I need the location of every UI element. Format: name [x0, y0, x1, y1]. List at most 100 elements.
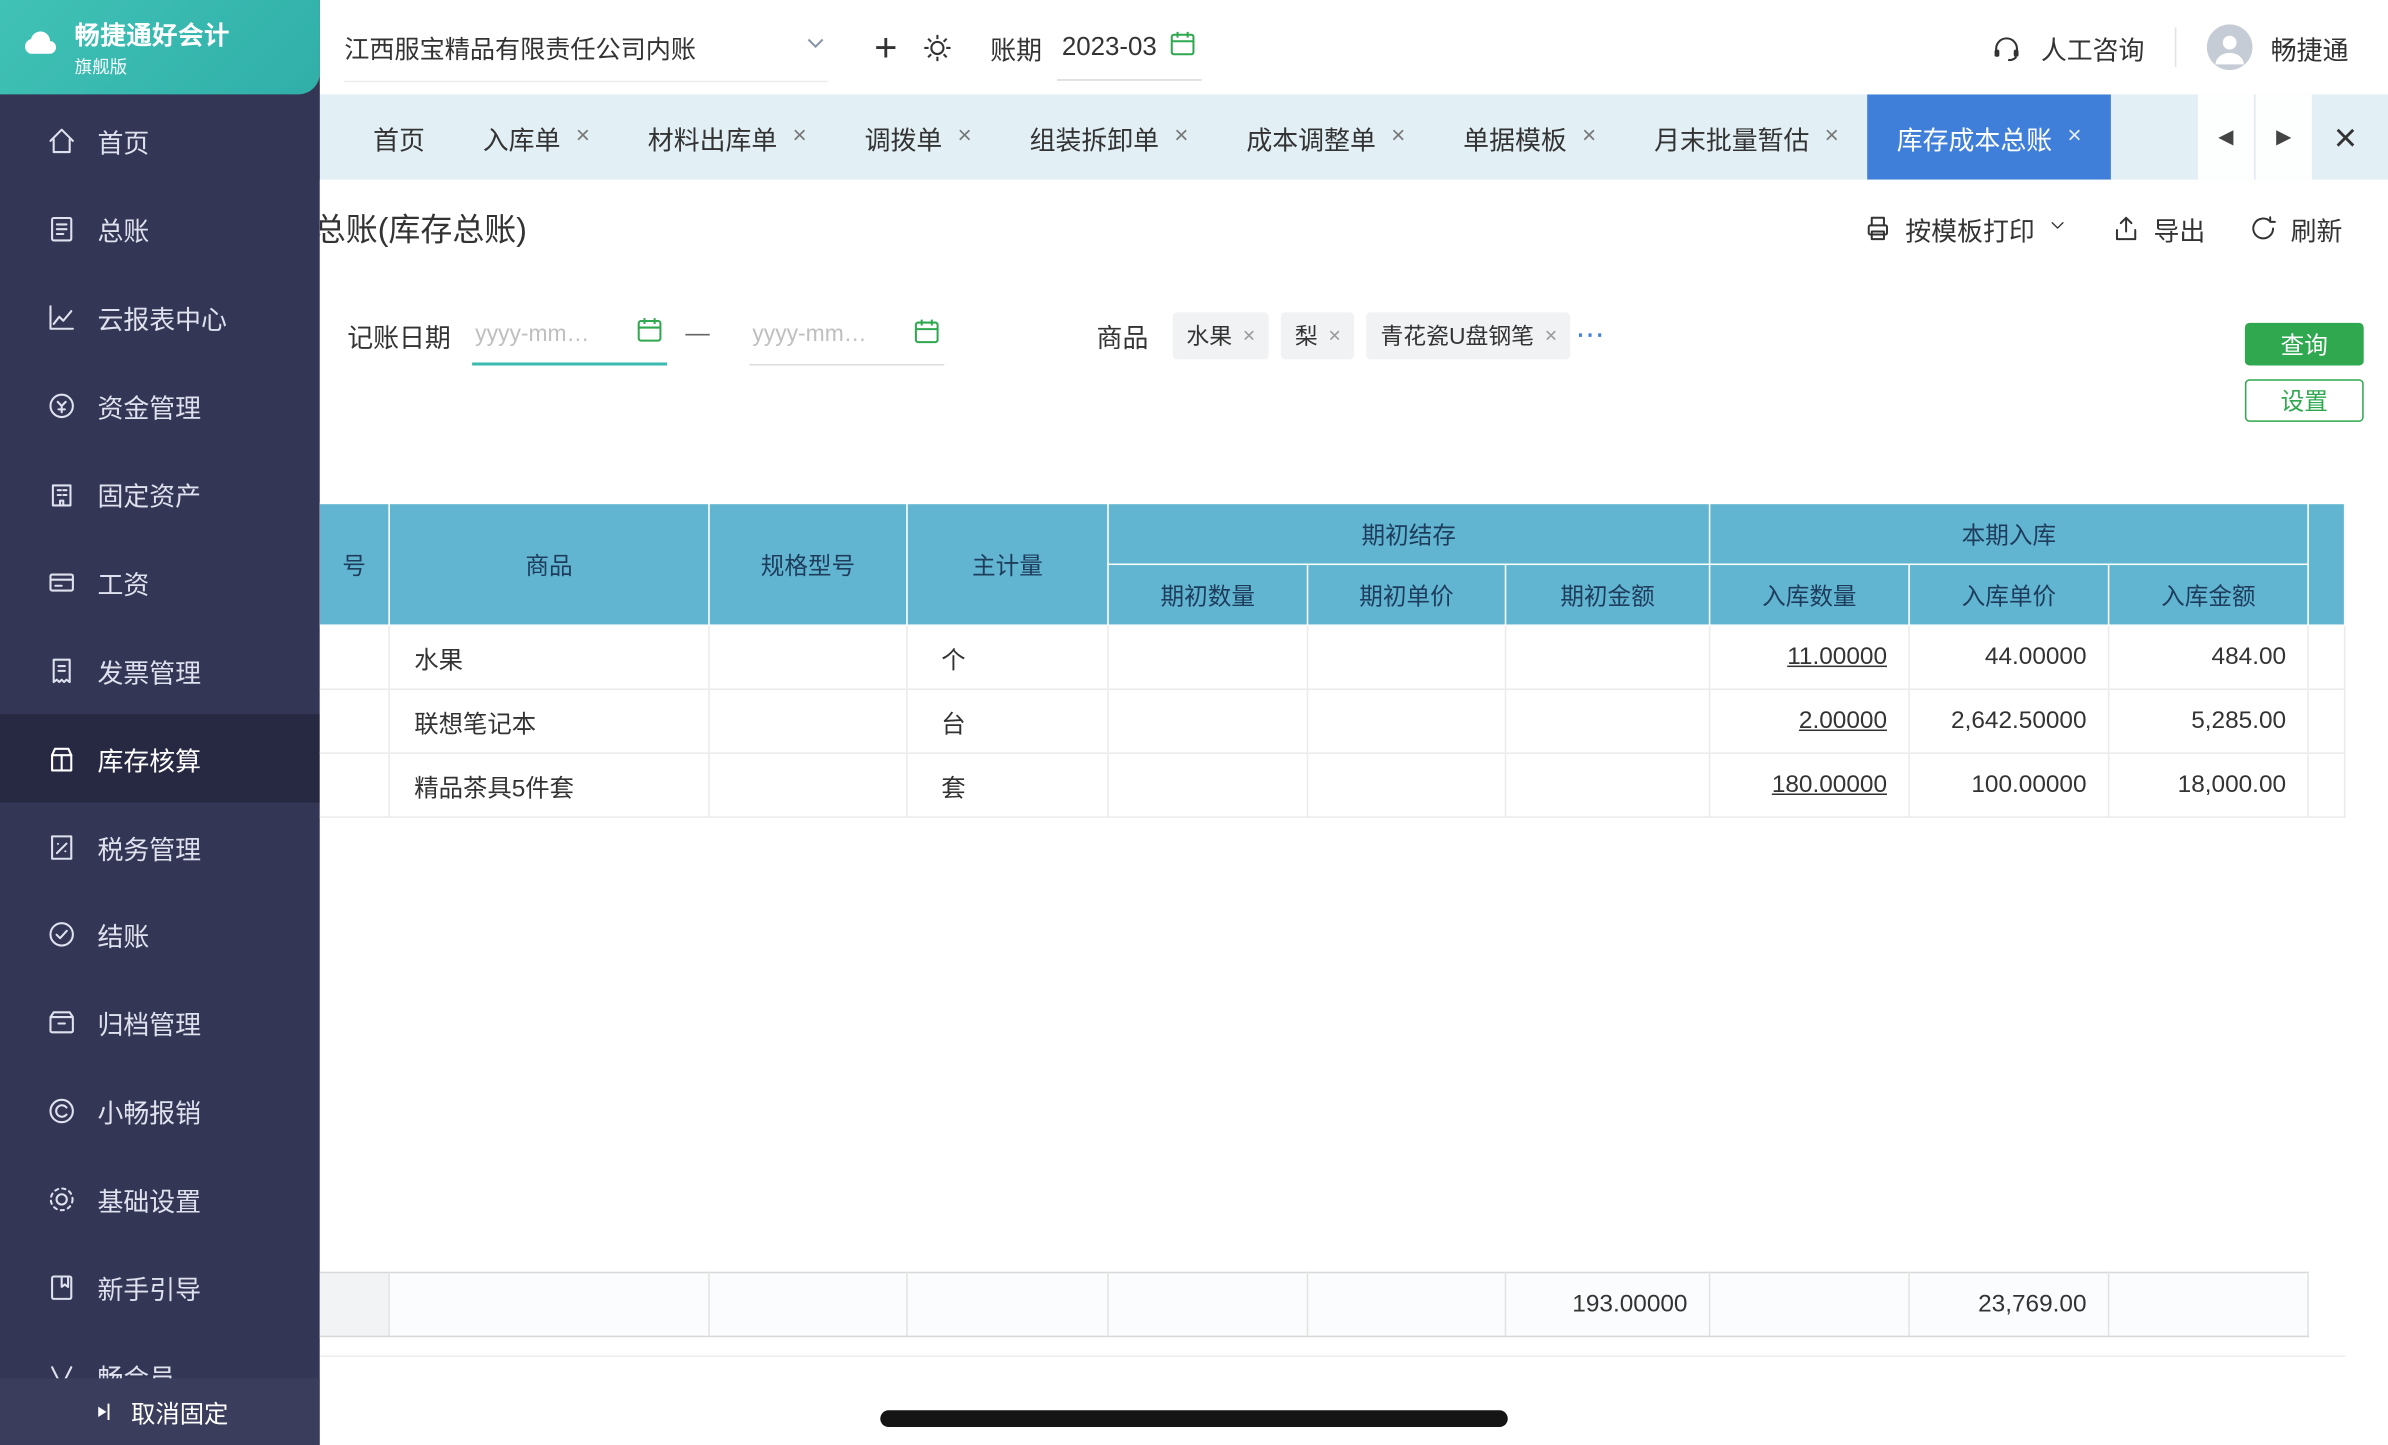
filter-row: 记账日期 yyyy-mm… — yyyy-mm… 商品 水果 × 梨 × 青花瓷…	[347, 305, 2363, 366]
avatar[interactable]	[2206, 24, 2253, 71]
summary-empty-cell	[906, 1271, 1109, 1338]
filter-buttons: 查询 设置	[2244, 322, 2364, 422]
row-index-cell	[319, 752, 390, 818]
export-button[interactable]: 导出	[2111, 209, 2205, 247]
tab-入库单[interactable]: 入库单 ×	[454, 94, 619, 179]
sidebar-item-salary[interactable]: 工资	[0, 538, 320, 626]
sidebar-item-inventory[interactable]: 库存核算	[0, 714, 320, 803]
settings-button[interactable]: 设置	[2244, 379, 2364, 422]
spec-cell	[708, 752, 908, 818]
calendar-icon[interactable]	[912, 316, 941, 353]
in-price-cell: 100.00000	[1908, 752, 2110, 818]
tab-组装拆卸单[interactable]: 组装拆卸单 ×	[1001, 94, 1218, 179]
page-toolbar: 按模板打印 导出 刷新	[1863, 209, 2342, 247]
tab-close-icon[interactable]: ×	[1391, 123, 1405, 150]
tab-月末批量暂估[interactable]: 月末批量暂估 ×	[1625, 94, 1868, 179]
content: 总账(库存总账) 按模板打印 导出 刷新 记账日期 yyyy-mm… — yyy…	[319, 179, 2388, 1445]
begin-qty-cell	[1107, 624, 1309, 690]
unpin-button[interactable]: 取消固定	[0, 1378, 320, 1445]
in-qty-link[interactable]: 11.00000	[1787, 643, 1887, 669]
tab-调拨单[interactable]: 调拨单 ×	[836, 94, 1001, 179]
tag-remove-icon[interactable]: ×	[1243, 323, 1255, 347]
sidebar-item-label: 总账	[97, 218, 150, 248]
tab-label: 组装拆卸单	[1029, 125, 1160, 155]
tab-close-icon[interactable]: ×	[1582, 123, 1596, 150]
tabs-next-button[interactable]: ▶	[2254, 94, 2312, 180]
product-cell: 精品茶具5件套	[388, 752, 710, 818]
fund-icon	[46, 390, 78, 422]
date-from-input[interactable]: yyyy-mm…	[472, 305, 668, 366]
table-row[interactable]: 水果 个 11.00000 44.00000 484.00	[319, 624, 2346, 690]
tabs-close-icon[interactable]: ×	[2312, 94, 2379, 179]
add-button[interactable]: +	[874, 24, 897, 71]
table-row[interactable]: 精品茶具5件套 套 180.00000 100.00000 18,000.00	[319, 752, 2346, 818]
ledger-icon	[46, 214, 78, 246]
horizontal-scrollbar[interactable]	[880, 1410, 1508, 1428]
footer-body: 193.00000 23,769.00	[319, 1271, 2345, 1338]
sidebar-item-asset[interactable]: 固定资产	[0, 450, 320, 538]
query-button[interactable]: 查询	[2244, 322, 2364, 366]
in-qty-link[interactable]: 2.00000	[1799, 707, 1887, 733]
sidebar-item-label: 固定资产	[97, 482, 202, 512]
tabs: 首页 入库单 × 材料出库单 × 调拨单 × 组装拆卸单 × 成本调整单 × 单据模板 × 月末批量暂估 ×…	[320, 94, 2196, 180]
company-selector[interactable]: 江西服宝精品有限责任公司内账	[344, 12, 829, 83]
tab-close-icon[interactable]: ×	[1825, 123, 1839, 150]
sidebar-item-archive[interactable]: 归档管理	[0, 979, 320, 1067]
footer-divider	[319, 1355, 2346, 1357]
tab-close-icon[interactable]: ×	[1174, 123, 1188, 150]
begin-price-cell	[1306, 688, 1507, 754]
table-row[interactable]: 联想笔记本 台 2.00000 2,642.50000 5,285.00	[319, 688, 2346, 754]
tab-材料出库单[interactable]: 材料出库单 ×	[619, 94, 836, 179]
tab-close-icon[interactable]: ×	[576, 123, 590, 150]
tag-remove-icon[interactable]: ×	[1545, 323, 1557, 347]
sidebar-item-label: 工资	[97, 570, 150, 600]
sidebar-item-ledger[interactable]: 总账	[0, 186, 320, 274]
summary-table-row: 193.00000 23,769.00	[319, 1271, 2345, 1338]
export-label: 导出	[2153, 217, 2206, 246]
begin-amount-cell	[1504, 688, 1711, 754]
tag-remove-icon[interactable]: ×	[1328, 323, 1340, 347]
print-button[interactable]: 按模板打印	[1863, 209, 2069, 247]
sidebar-item-home[interactable]: 首页	[0, 97, 320, 185]
sidebar-item-report[interactable]: 云报表中心	[0, 274, 320, 362]
tab-controls: ◀ ▶ ×	[2196, 94, 2388, 180]
period-selector[interactable]: 2023-03	[1057, 14, 1202, 80]
sidebar-item-settings[interactable]: 基础设置	[0, 1155, 320, 1243]
in-qty-link[interactable]: 180.00000	[1772, 771, 1887, 797]
tab-单据模板[interactable]: 单据模板 ×	[1434, 94, 1625, 179]
print-label: 按模板打印	[1905, 217, 2035, 246]
calendar-icon[interactable]	[635, 315, 664, 352]
sidebar-item-fund[interactable]: 资金管理	[0, 362, 320, 450]
sidebar-item-guide[interactable]: 新手引导	[0, 1244, 320, 1332]
refresh-button[interactable]: 刷新	[2248, 209, 2342, 247]
sidebar-item-invoice[interactable]: 发票管理	[0, 626, 320, 714]
consult-link[interactable]: 人工咨询	[2041, 28, 2145, 66]
tab-close-icon[interactable]: ×	[957, 123, 971, 150]
col-subheader: 入库数量	[1708, 563, 1910, 626]
tab-首页[interactable]: 首页	[344, 94, 454, 179]
tab-成本调整单[interactable]: 成本调整单 ×	[1217, 94, 1434, 179]
sidebar-item-closing[interactable]: 结账	[0, 891, 320, 979]
tab-label: 成本调整单	[1246, 125, 1376, 155]
sidebar-item-tax[interactable]: 税务管理	[0, 803, 320, 891]
calendar-icon	[1167, 28, 1196, 65]
date-range-separator: —	[685, 321, 710, 348]
tabs-prev-button[interactable]: ◀	[2196, 94, 2255, 180]
tab-close-icon[interactable]: ×	[2067, 123, 2081, 150]
row-sliver-cell	[2307, 688, 2346, 754]
in-price-cell: 2,642.50000	[1908, 688, 2110, 754]
date-to-input[interactable]: yyyy-mm…	[749, 305, 945, 365]
sidebar-item-reimburse[interactable]: 小畅报销	[0, 1067, 320, 1155]
tab-库存成本总账[interactable]: 库存成本总账 ×	[1867, 94, 2111, 180]
more-tags-icon[interactable]: ⋯	[1575, 318, 1605, 353]
tab-close-icon[interactable]: ×	[792, 123, 806, 150]
company-name: 江西服宝精品有限责任公司内账	[344, 35, 697, 64]
refresh-label: 刷新	[2290, 217, 2343, 246]
summary-first-cell	[319, 1271, 390, 1338]
gear-icon[interactable]	[922, 31, 954, 63]
col-header: 商品	[388, 502, 710, 626]
date-filter-label: 记账日期	[347, 323, 451, 353]
unpin-icon	[98, 1403, 110, 1421]
summary-empty-cell	[708, 1271, 908, 1338]
col-subheader: 入库单价	[1908, 563, 2110, 626]
